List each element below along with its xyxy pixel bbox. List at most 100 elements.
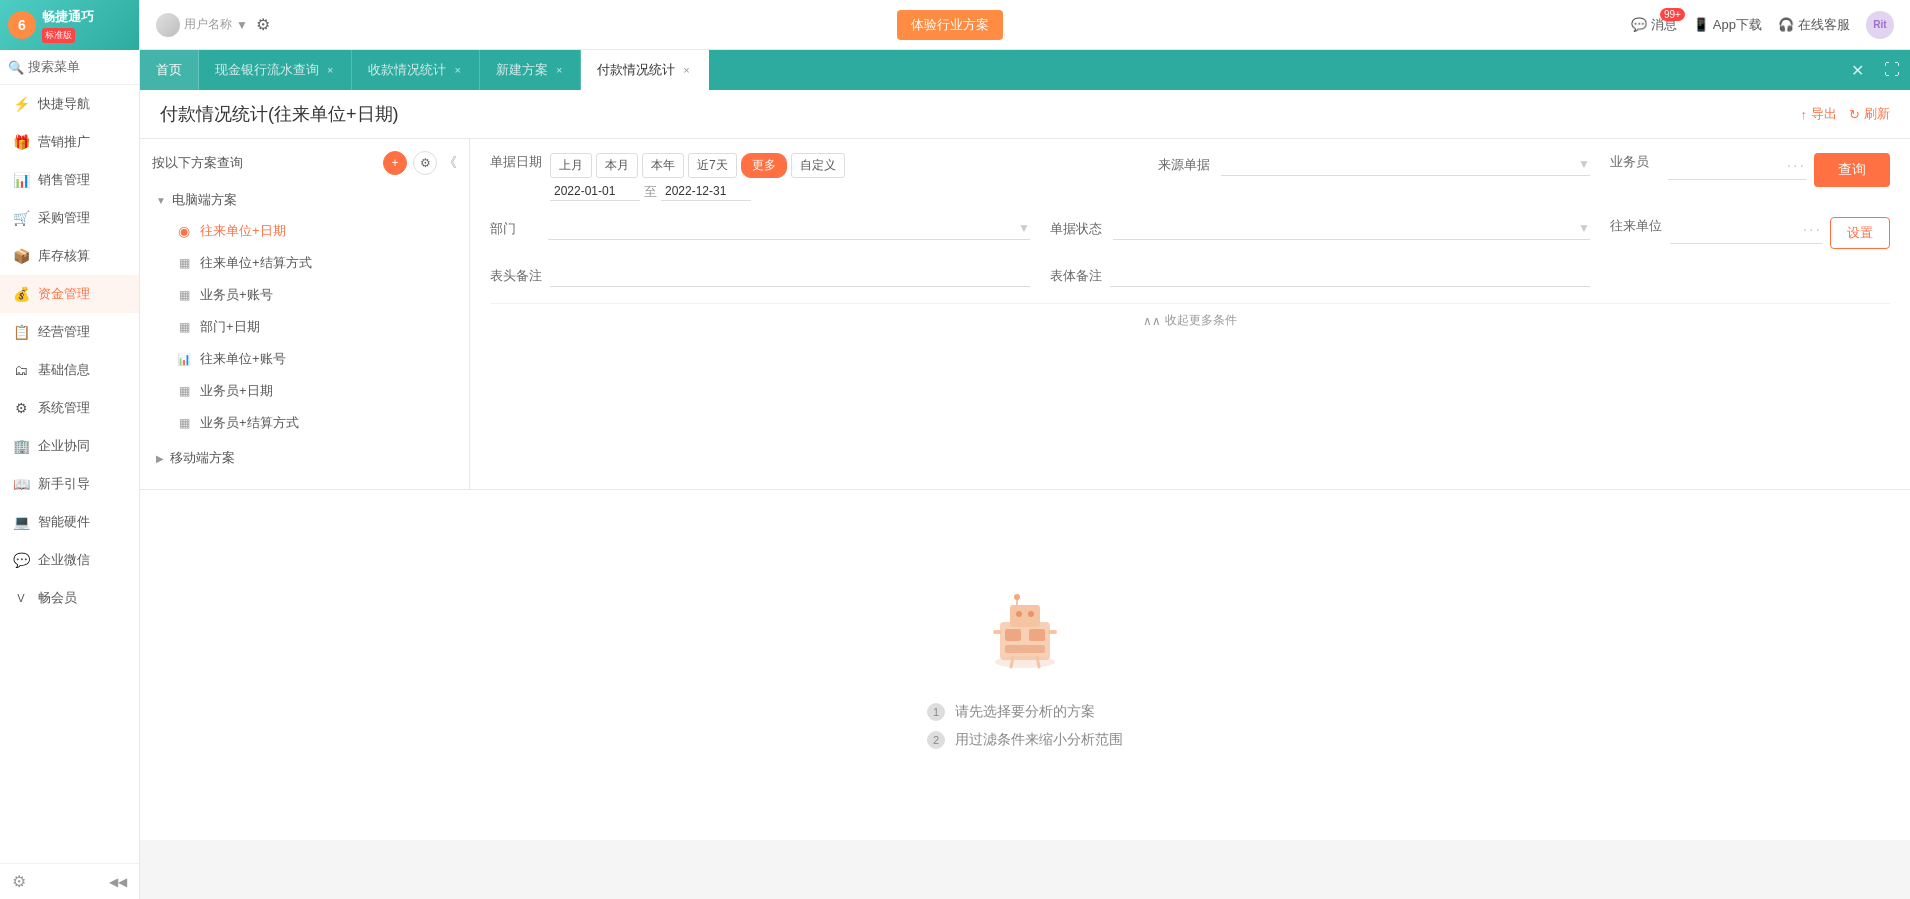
search-icon: 🔍 [8,60,24,75]
date-to-input[interactable] [661,182,751,201]
sidebar-item-basic-info[interactable]: 🗂 基础信息 [0,351,139,389]
source-select[interactable]: ▼ [1221,153,1590,176]
tab-bank-flow[interactable]: 现金银行流水查询 × [199,50,352,90]
scheme-icon-unit-account: 📊 [176,353,192,366]
tab-close-new-scheme[interactable]: × [554,62,564,78]
sidebar-item-hardware[interactable]: 💻 智能硬件 [0,503,139,541]
date-from-input[interactable] [550,182,640,201]
export-button[interactable]: ↑ 导出 [1801,105,1838,123]
user-profile-btn[interactable]: Rit [1866,11,1894,39]
unit-more-btn[interactable]: ··· [1803,221,1822,239]
user-dropdown-arrow[interactable]: ▼ [236,18,248,32]
date-more-btn[interactable]: 更多 [741,153,787,178]
svg-rect-5 [1010,605,1040,627]
filter-form: 单据日期 上月 本月 本年 近7天 更多 自定义 [470,139,1910,489]
date-this-year[interactable]: 本年 [642,153,684,178]
message-btn[interactable]: 💬 消息 99+ [1631,16,1677,34]
scheme-item-unit-account[interactable]: 📊 往来单位+账号 [152,343,457,375]
date-last-month[interactable]: 上月 [550,153,592,178]
doc-status-select-arrow: ▼ [1578,221,1590,235]
mobile-section-header[interactable]: ▶ 移动端方案 [152,443,457,473]
header-note-input[interactable] [550,265,1030,287]
doc-status-field: 单据状态 ▼ [1050,217,1590,240]
sidebar-item-enterprise[interactable]: 🏢 企业协同 [0,427,139,465]
add-scheme-btn[interactable]: + [383,151,407,175]
refresh-button[interactable]: ↻ 刷新 [1849,105,1890,123]
sidebar-item-wechat[interactable]: 💬 企业微信 [0,541,139,579]
wechat-icon: 💬 [12,551,30,569]
desktop-section-arrow: ▼ [156,195,166,206]
tab-expand-btn[interactable]: ⛶ [1874,61,1910,79]
sidebar-item-quick-nav[interactable]: ⚡ 快捷导航 [0,85,139,123]
sidebar-item-system[interactable]: ⚙ 系统管理 [0,389,139,427]
date-range-inputs: 至 [550,182,845,201]
tab-close-payment[interactable]: × [681,62,691,78]
scheme-item-unit-date[interactable]: ◉ 往来单位+日期 [152,215,457,247]
desktop-section-header[interactable]: ▼ 电脑端方案 [152,185,457,215]
trial-button[interactable]: 体验行业方案 [897,10,1003,40]
tab-close-bank-flow[interactable]: × [325,62,335,78]
scheme-item-dept-date[interactable]: ▦ 部门+日期 [152,311,457,343]
page-content: 付款情况统计(往来单位+日期) ↑ 导出 ↻ 刷新 按以下方案查询 [140,90,1910,899]
doc-status-select[interactable]: ▼ [1113,217,1590,240]
scheme-item-staff-settlement[interactable]: ▦ 业务员+结算方式 [152,407,457,439]
date-custom-btn[interactable]: 自定义 [791,153,845,178]
body-note-input[interactable] [1110,265,1590,287]
empty-state-illustration [975,577,1075,677]
guide-icon: 📖 [12,475,30,493]
tab-payment[interactable]: 付款情况统计 × [581,50,708,90]
sidebar-item-inventory[interactable]: 📦 库存核算 [0,237,139,275]
sidebar-header: 6 畅捷通巧 标准版 [0,0,139,50]
main-content: 用户名称 ▼ ⚙ 体验行业方案 💬 消息 99+ 📱 App下载 🎧 在线客服 [140,0,1910,899]
filter-sidebar-collapse-btn[interactable]: 《 [443,154,457,172]
search-menu[interactable]: 🔍 搜索菜单 [0,50,139,85]
header-note-field: 表头备注 [490,265,1030,287]
app-download-btn[interactable]: 📱 App下载 [1693,16,1762,34]
sidebar-item-purchase[interactable]: 🛒 采购管理 [0,199,139,237]
sidebar-item-finance[interactable]: 💰 资金管理 [0,275,139,313]
filter-sidebar-actions: + ⚙ 《 [383,151,457,175]
svg-point-11 [1014,594,1020,600]
topbar-settings-icon[interactable]: ⚙ [256,15,270,34]
svg-rect-4 [1005,645,1045,653]
dept-select[interactable]: ▼ [548,217,1030,240]
svg-rect-2 [1005,629,1021,641]
sidebar-item-marketing[interactable]: 🎁 营销推广 [0,123,139,161]
unit-settings-field: 往来单位 ··· 设置 [1610,217,1890,249]
date-buttons: 上月 本月 本年 近7天 更多 自定义 [550,153,845,178]
date-this-month[interactable]: 本月 [596,153,638,178]
tab-new-scheme[interactable]: 新建方案 × [480,50,581,90]
desktop-section-label: 电脑端方案 [172,191,237,209]
collapse-more-btn[interactable]: ∧∧ 收起更多条件 [490,303,1890,337]
topbar-user[interactable]: 用户名称 ▼ [156,13,248,37]
online-service-btn[interactable]: 🎧 在线客服 [1778,16,1850,34]
tab-home[interactable]: 首页 [140,50,199,90]
query-button[interactable]: 查询 [1814,153,1890,187]
page-actions: ↑ 导出 ↻ 刷新 [1801,105,1891,123]
purchase-icon: 🛒 [12,209,30,227]
sidebar-collapse-icon[interactable]: ◀◀ [109,875,127,889]
footer-settings-icon[interactable]: ⚙ [12,872,26,891]
tab-close-all-btn[interactable]: ✕ [1841,61,1874,80]
refresh-icon: ↻ [1849,107,1860,122]
source-label: 来源单据 [1158,156,1213,174]
tab-collection[interactable]: 收款情况统计 × [352,50,479,90]
scheme-item-staff-date[interactable]: ▦ 业务员+日期 [152,375,457,407]
sidebar-item-member[interactable]: V 畅会员 [0,579,139,617]
scheme-item-staff-account[interactable]: ▦ 业务员+账号 [152,279,457,311]
desktop-scheme-section: ▼ 电脑端方案 ◉ 往来单位+日期 ▦ 往来单位+结算方式 ▦ [152,185,457,439]
staff-more-btn[interactable]: ··· [1787,157,1806,175]
sidebar-item-operations[interactable]: 📋 经营管理 [0,313,139,351]
filter-scheme-sidebar: 按以下方案查询 + ⚙ 《 ▼ 电脑端方案 [140,139,470,489]
tab-close-collection[interactable]: × [452,62,462,78]
user-avatar-placeholder [156,13,180,37]
settings-button[interactable]: 设置 [1830,217,1890,249]
sidebar-item-sales[interactable]: 📊 销售管理 [0,161,139,199]
empty-state: 1 请先选择要分析的方案 2 用过滤条件来缩小分析范围 [907,490,1143,840]
user-name: 用户名称 [184,16,232,33]
scheme-item-unit-settlement[interactable]: ▦ 往来单位+结算方式 [152,247,457,279]
sidebar-item-guide[interactable]: 📖 新手引导 [0,465,139,503]
date-last-7days[interactable]: 近7天 [688,153,737,178]
tab-bar: 首页 现金银行流水查询 × 收款情况统计 × 新建方案 × 付款情况统计 × ✕… [140,50,1910,90]
scheme-settings-btn[interactable]: ⚙ [413,151,437,175]
